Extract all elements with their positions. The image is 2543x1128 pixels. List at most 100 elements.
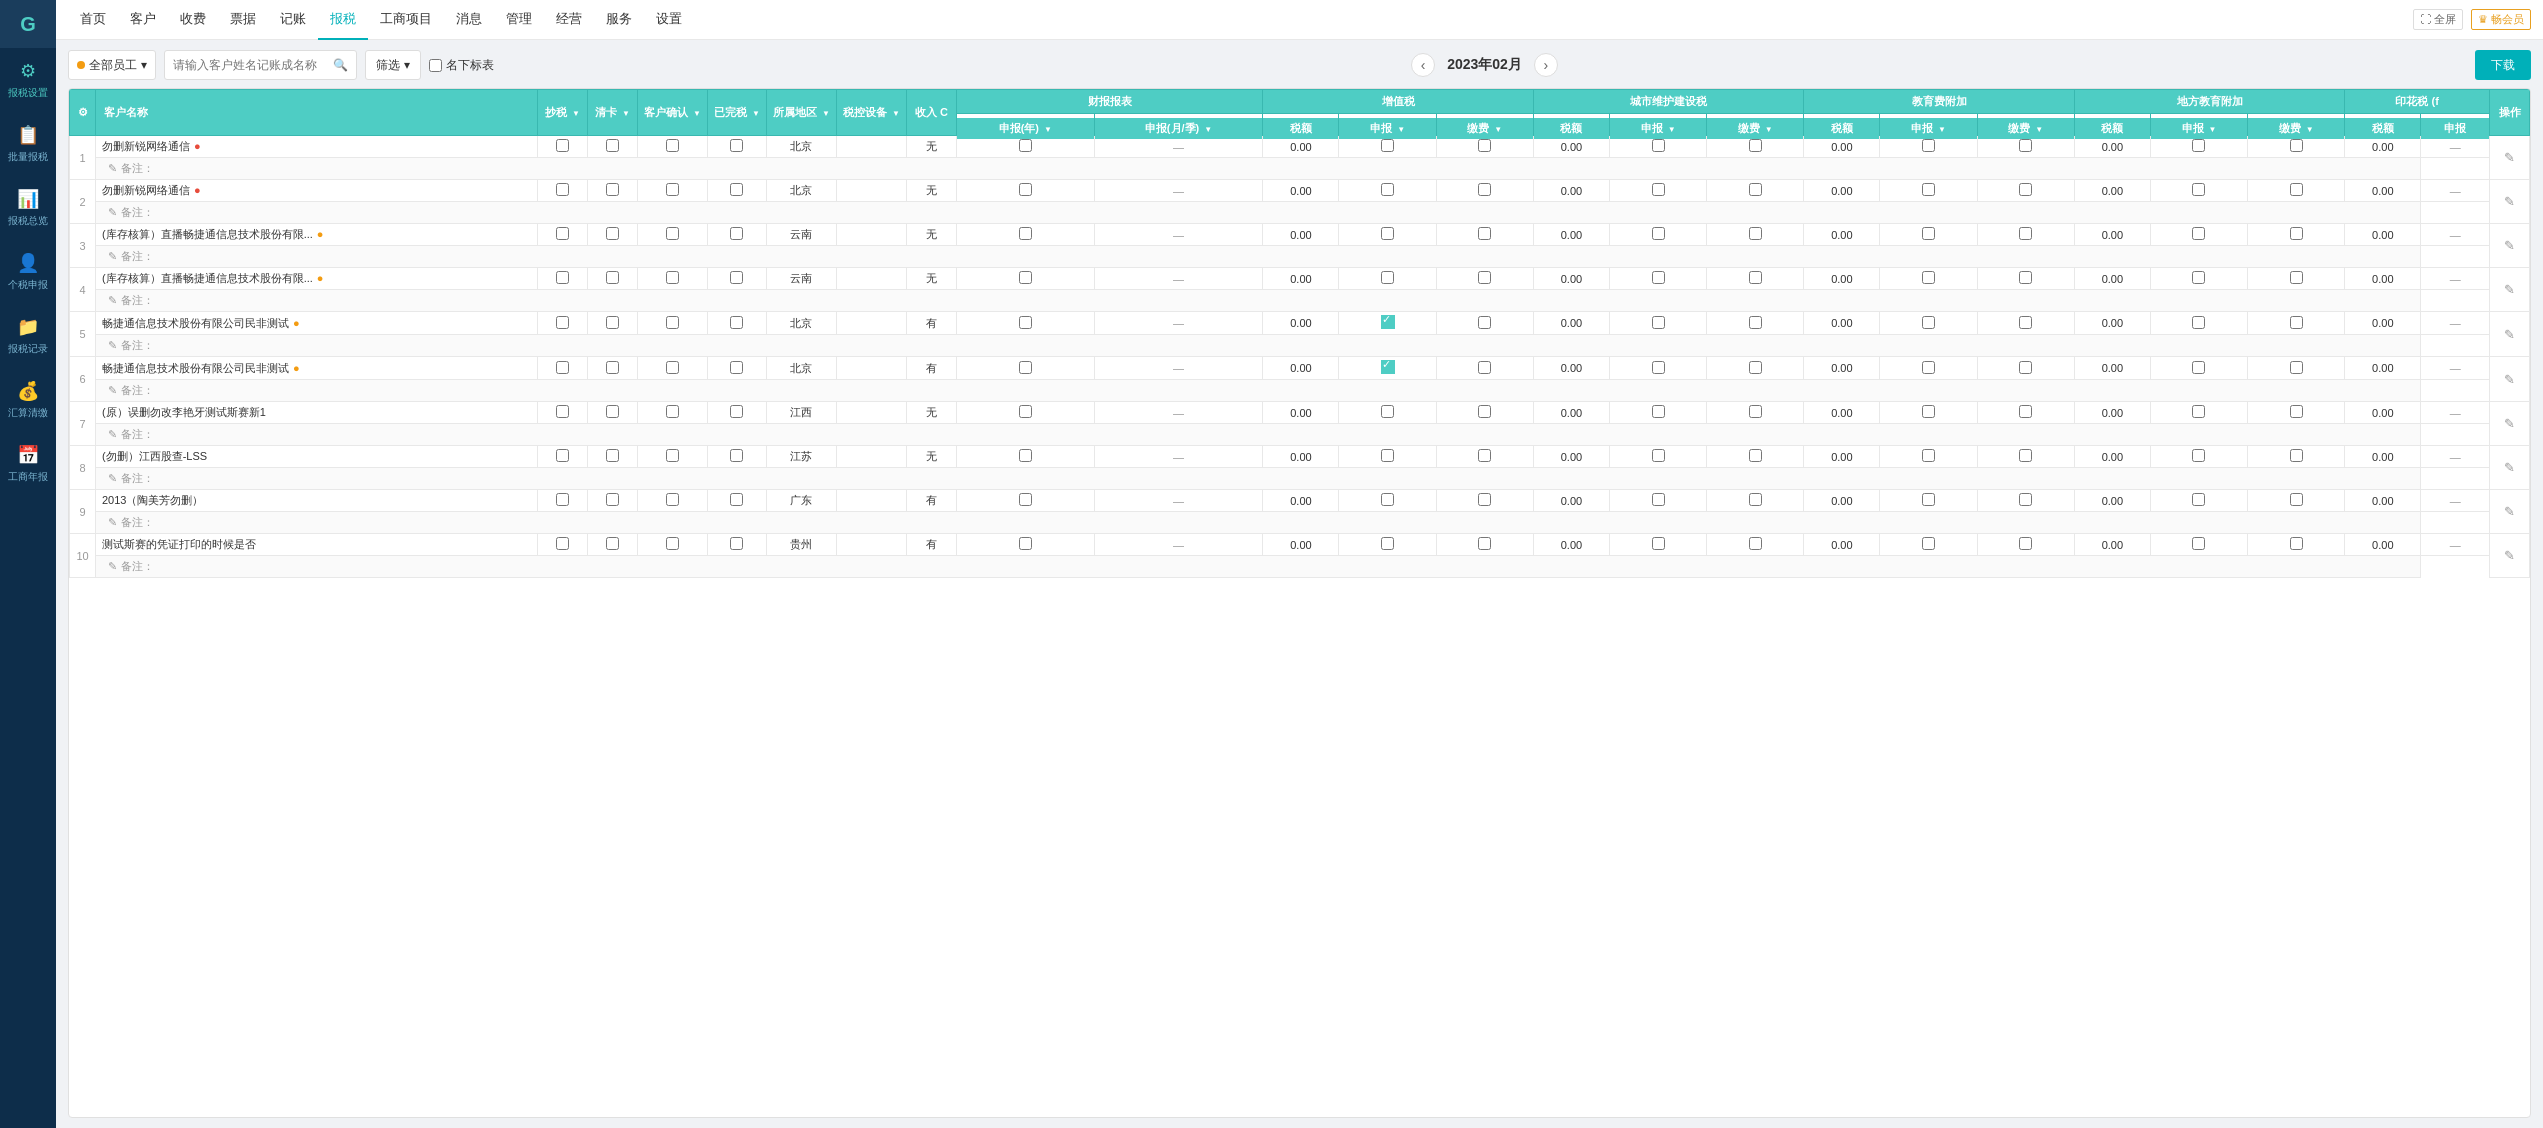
filter-button[interactable]: 筛选 ▾ [365,50,421,80]
note-edit-icon[interactable]: ✎ [108,428,117,440]
jy-jiaof-cell[interactable] [1977,268,2074,290]
cs-shenb-cell[interactable] [1609,490,1706,512]
df-shenb-cell[interactable] [2150,268,2247,290]
caibao-year-cell[interactable] [956,402,1094,424]
zzs-jiaof-cell[interactable] [1436,534,1533,556]
fullscreen-btn[interactable]: ⛶ 全屏 [2413,9,2463,30]
col-income[interactable]: 收入 C [906,90,956,136]
nav-settings[interactable]: 设置 [644,0,694,40]
cs-shenb-cell[interactable] [1609,312,1706,335]
search-box[interactable]: 🔍 [164,50,357,80]
edit-cell[interactable]: ✎ [2490,402,2530,446]
qingka-cell[interactable] [588,402,638,424]
cs-jiaof-cell[interactable] [1707,268,1804,290]
jy-shenb-cell[interactable] [1880,224,1977,246]
edit-icon[interactable]: ✎ [2504,327,2515,342]
sub-cs-jiaof[interactable]: 缴费 ▼ [1707,117,1804,139]
note-cell[interactable]: ✎备注： [96,246,2421,268]
note-edit-icon[interactable]: ✎ [108,339,117,351]
download-button[interactable]: 下载 [2475,50,2531,80]
note-edit-icon[interactable]: ✎ [108,206,117,218]
confirm-cell[interactable] [638,490,708,512]
wanshu-cell[interactable] [707,357,766,380]
cs-jiaof-cell[interactable] [1707,534,1804,556]
edit-icon[interactable]: ✎ [2504,372,2515,387]
cs-shenb-cell[interactable] [1609,446,1706,468]
sub-zzs-shenb[interactable]: 申报 ▼ [1339,117,1436,139]
jy-jiaof-cell[interactable] [1977,534,2074,556]
qingka-cell[interactable] [588,357,638,380]
cs-shenb-cell[interactable] [1609,402,1706,424]
edit-cell[interactable]: ✎ [2490,446,2530,490]
employee-select[interactable]: 全部员工 ▾ [68,50,156,80]
nav-client[interactable]: 客户 [118,0,168,40]
nav-message[interactable]: 消息 [444,0,494,40]
chaoshu-cell[interactable] [538,136,588,158]
sub-df-shenb[interactable]: 申报 ▼ [2150,117,2247,139]
note-cell[interactable]: ✎备注： [96,424,2421,446]
zzs-shenb-cell[interactable] [1339,268,1436,290]
cs-jiaof-cell[interactable] [1707,312,1804,335]
zzs-shenb-cell[interactable] [1339,534,1436,556]
note-cell[interactable]: ✎备注： [96,512,2421,534]
note-cell[interactable]: ✎备注： [96,290,2421,312]
nav-invoice[interactable]: 票据 [218,0,268,40]
sub-jy-shenb[interactable]: 申报 ▼ [1880,117,1977,139]
df-jiaof-cell[interactable] [2248,446,2345,468]
jy-jiaof-cell[interactable] [1977,357,2074,380]
caibao-year-cell[interactable] [956,312,1094,335]
sidebar-item-tax-settings[interactable]: ⚙ 报税设置 [0,48,56,112]
zzs-jiaof-cell[interactable] [1436,312,1533,335]
confirm-cell[interactable] [638,534,708,556]
chaoshu-cell[interactable] [538,180,588,202]
jy-shenb-cell[interactable] [1880,534,1977,556]
col-wanshu[interactable]: 已完税 ▼ [707,90,766,136]
jy-jiaof-cell[interactable] [1977,224,2074,246]
edit-cell[interactable]: ✎ [2490,136,2530,180]
df-jiaof-cell[interactable] [2248,490,2345,512]
df-shenb-cell[interactable] [2150,446,2247,468]
cs-jiaof-cell[interactable] [1707,490,1804,512]
col-setting[interactable]: ⚙ [70,90,96,136]
cs-shenb-cell[interactable] [1609,357,1706,380]
sub-zzs-jiaof[interactable]: 缴费 ▼ [1436,117,1533,139]
wanshu-cell[interactable] [707,136,766,158]
chaoshu-cell[interactable] [538,357,588,380]
wanshu-cell[interactable] [707,446,766,468]
edit-cell[interactable]: ✎ [2490,357,2530,402]
confirm-cell[interactable] [638,268,708,290]
jy-jiaof-cell[interactable] [1977,180,2074,202]
edit-icon[interactable]: ✎ [2504,282,2515,297]
tax-table-container[interactable]: ⚙ 客户名称 抄税 ▼ 清卡 ▼ 客户确认 ▼ 已完税 ▼ 所属地区 ▼ 税控设… [68,88,2531,1118]
confirm-cell[interactable] [638,446,708,468]
caibao-year-cell[interactable] [956,534,1094,556]
note-cell[interactable]: ✎备注： [96,202,2421,224]
confirm-cell[interactable] [638,180,708,202]
note-edit-icon[interactable]: ✎ [108,294,117,306]
wanshu-cell[interactable] [707,268,766,290]
qingka-cell[interactable] [588,180,638,202]
sidebar-item-tax-view[interactable]: 📊 报税总览 [0,176,56,240]
edit-cell[interactable]: ✎ [2490,534,2530,578]
caibao-year-cell[interactable] [956,490,1094,512]
cs-jiaof-cell[interactable] [1707,180,1804,202]
qingka-cell[interactable] [588,534,638,556]
edit-cell[interactable]: ✎ [2490,224,2530,268]
sidebar-item-personal-tax[interactable]: 👤 个税申报 [0,240,56,304]
sub-caibao-month[interactable]: 申报(月/季) ▼ [1094,117,1263,139]
caibao-year-cell[interactable] [956,268,1094,290]
df-shenb-cell[interactable] [2150,534,2247,556]
edit-cell[interactable]: ✎ [2490,180,2530,224]
sub-caibao-year[interactable]: 申报(年) ▼ [956,117,1094,139]
edit-cell[interactable]: ✎ [2490,312,2530,357]
wanshu-cell[interactable] [707,534,766,556]
confirm-cell[interactable] [638,136,708,158]
df-jiaof-cell[interactable] [2248,312,2345,335]
nav-operation[interactable]: 经营 [544,0,594,40]
wanshu-cell[interactable] [707,224,766,246]
cs-jiaof-cell[interactable] [1707,224,1804,246]
note-cell[interactable]: ✎备注： [96,468,2421,490]
df-jiaof-cell[interactable] [2248,180,2345,202]
sidebar-item-annual-report[interactable]: 📅 工商年报 [0,432,56,496]
df-shenb-cell[interactable] [2150,224,2247,246]
